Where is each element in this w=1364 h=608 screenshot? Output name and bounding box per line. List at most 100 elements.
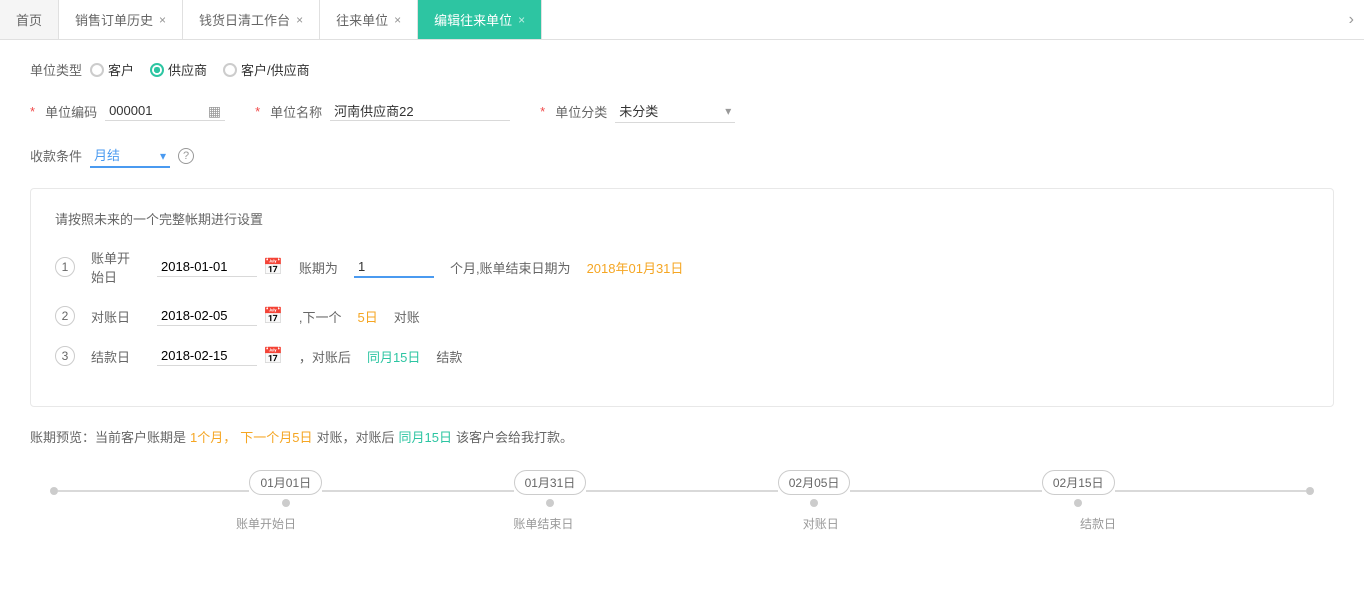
- timeline-node-2-bubble: 01月31日: [514, 470, 587, 495]
- timeline-line-2: [322, 490, 513, 492]
- period-box-title: 请按照未来的一个完整帐期进行设置: [55, 209, 1309, 228]
- payment-condition-label: 收款条件: [30, 146, 82, 165]
- timeline-node-3: 02月05日: [778, 470, 851, 511]
- timeline-label-2: 账单结束日: [513, 515, 573, 532]
- timeline-line-5: [1115, 490, 1306, 492]
- help-icon[interactable]: ?: [178, 148, 194, 164]
- tab-bar: 首页 销售订单历史 × 钱货日清工作台 × 往来单位 × 编辑往来单位 × ›: [0, 0, 1364, 40]
- period-row2-suffix: 对账: [394, 307, 420, 326]
- unit-info-row: * 单位编码 ▦ * 单位名称 * 单位分类 未分类 ▾: [30, 99, 1334, 123]
- preview-part2: 下一个月5日: [240, 427, 312, 446]
- tab-cash-work-close[interactable]: ×: [296, 13, 303, 27]
- unit-category-item: * 单位分类 未分类 ▾: [540, 99, 735, 123]
- unit-type-item: 单位类型 客户 供应商 客户/供应商: [30, 60, 310, 79]
- timeline-node-4-dot: [1074, 499, 1082, 507]
- period-row-3-label: 结款日: [91, 347, 141, 366]
- period-settings-box: 请按照未来的一个完整帐期进行设置 1 账单开始日 📅 账期为 个月,账单结束日期…: [30, 188, 1334, 407]
- calendar-3-icon[interactable]: 📅: [263, 346, 283, 366]
- unit-name-required: *: [255, 104, 260, 119]
- calendar-2-icon[interactable]: 📅: [263, 306, 283, 326]
- period-date-2-input[interactable]: [157, 306, 257, 326]
- tab-edit-partner[interactable]: 编辑往来单位 ×: [418, 0, 542, 39]
- period-row2-highlight: 5日: [358, 307, 378, 326]
- timeline-label-1: 账单开始日: [236, 515, 296, 532]
- radio-supplier[interactable]: 供应商: [150, 60, 207, 79]
- unit-name-label: 单位名称: [270, 102, 322, 121]
- radio-customer[interactable]: 客户: [90, 60, 134, 79]
- timeline-label-3: 对账日: [803, 515, 839, 532]
- unit-code-item: * 单位编码 ▦: [30, 101, 225, 121]
- preview-part1: 1个月，: [190, 427, 236, 446]
- period-row3-prefix: ，对账后: [299, 347, 351, 366]
- unit-type-label: 单位类型: [30, 60, 82, 79]
- period-row2-prefix: ,下一个: [299, 307, 342, 326]
- period-row-1-label: 账单开始日: [91, 248, 141, 286]
- preview-part3: 对账，对账后: [316, 427, 394, 446]
- unit-category-value: 未分类: [615, 99, 735, 123]
- period-row-3-num: 3: [55, 346, 75, 366]
- period-row-1: 1 账单开始日 📅 账期为 个月,账单结束日期为 2018年01月31日: [55, 248, 1309, 286]
- unit-code-label: 单位编码: [45, 102, 97, 121]
- unit-name-input[interactable]: [330, 101, 510, 121]
- unit-code-wrapper: ▦: [105, 101, 225, 121]
- chevron-down-icon: ▾: [725, 104, 731, 118]
- preview-row: 账期预览：当前客户账期是 1个月， 下一个月5日 对账，对账后 同月15日 该客…: [30, 427, 1334, 446]
- period-end-date-highlight: 2018年01月31日: [587, 258, 684, 277]
- unit-category-required: *: [540, 104, 545, 119]
- timeline-node-4-bubble: 02月15日: [1042, 470, 1115, 495]
- period-row-2: 2 对账日 📅 ,下一个 5日 对账: [55, 306, 1309, 326]
- tab-expand-button[interactable]: ›: [1339, 0, 1364, 39]
- period-suffix-before-1: 账期为: [299, 258, 338, 277]
- timeline-node-3-bubble: 02月05日: [778, 470, 851, 495]
- period-months-input[interactable]: [354, 257, 434, 278]
- radio-supplier-label: 供应商: [168, 60, 207, 79]
- timeline-node-1-dot: [282, 499, 290, 507]
- tab-home-label: 首页: [16, 10, 42, 29]
- payment-condition-select[interactable]: 月结 ▾: [90, 143, 170, 168]
- timeline-container: 01月01日 01月31日 02月05日 02月15日: [30, 470, 1334, 532]
- tab-sales-history-close[interactable]: ×: [159, 13, 166, 27]
- timeline-node-1-bubble: 01月01日: [249, 470, 322, 495]
- timeline-label-4: 结款日: [1080, 515, 1116, 532]
- timeline-node-4: 02月15日: [1042, 470, 1115, 511]
- unit-code-icon: ▦: [208, 103, 221, 120]
- radio-supplier-circle: [150, 63, 164, 77]
- tab-partner-close[interactable]: ×: [394, 13, 401, 27]
- period-date-3-wrapper: 📅: [157, 346, 283, 366]
- period-date-1-wrapper: 📅: [157, 257, 283, 277]
- radio-customer-supplier-label: 客户/供应商: [241, 60, 310, 79]
- timeline-node-2-dot: [546, 499, 554, 507]
- tab-edit-partner-close[interactable]: ×: [518, 13, 525, 27]
- tab-sales-history[interactable]: 销售订单历史 ×: [59, 0, 183, 39]
- unit-category-select[interactable]: 未分类 ▾: [615, 99, 735, 123]
- tab-home[interactable]: 首页: [0, 0, 59, 39]
- unit-category-label: 单位分类: [555, 102, 607, 121]
- tab-partner[interactable]: 往来单位 ×: [320, 0, 418, 39]
- timeline-line-3: [586, 490, 777, 492]
- timeline-labels-row: 账单开始日 账单结束日 对账日 结款日: [50, 511, 1314, 532]
- unit-code-required: *: [30, 104, 35, 119]
- period-date-3-input[interactable]: [157, 346, 257, 366]
- page-content: 单位类型 客户 供应商 客户/供应商 * 单位编码: [0, 40, 1364, 608]
- radio-customer-circle: [90, 63, 104, 77]
- tab-cash-work[interactable]: 钱货日清工作台 ×: [183, 0, 320, 39]
- tab-partner-label: 往来单位: [336, 10, 388, 29]
- payment-condition-row: 收款条件 月结 ▾ ?: [30, 143, 1334, 168]
- timeline-line-1: [58, 490, 249, 492]
- calendar-1-icon[interactable]: 📅: [263, 257, 283, 277]
- tab-cash-work-label: 钱货日清工作台: [199, 10, 290, 29]
- radio-customer-label: 客户: [108, 60, 134, 79]
- period-row-3: 3 结款日 📅 ，对账后 同月15日 结款: [55, 346, 1309, 366]
- timeline-line-4: [850, 490, 1041, 492]
- timeline-node-1: 01月01日: [249, 470, 322, 511]
- timeline-node-3-dot: [810, 499, 818, 507]
- period-date-1-input[interactable]: [157, 257, 257, 277]
- radio-customer-supplier[interactable]: 客户/供应商: [223, 60, 310, 79]
- timeline-start-dot: [50, 487, 58, 495]
- unit-type-radio-group: 客户 供应商 客户/供应商: [90, 60, 310, 79]
- unit-type-row: 单位类型 客户 供应商 客户/供应商: [30, 60, 1334, 79]
- payment-condition-value: 月结: [90, 143, 170, 168]
- radio-customer-supplier-circle: [223, 63, 237, 77]
- tab-sales-history-label: 销售订单历史: [75, 10, 153, 29]
- timeline-row: 01月01日 01月31日 02月05日 02月15日: [50, 470, 1314, 511]
